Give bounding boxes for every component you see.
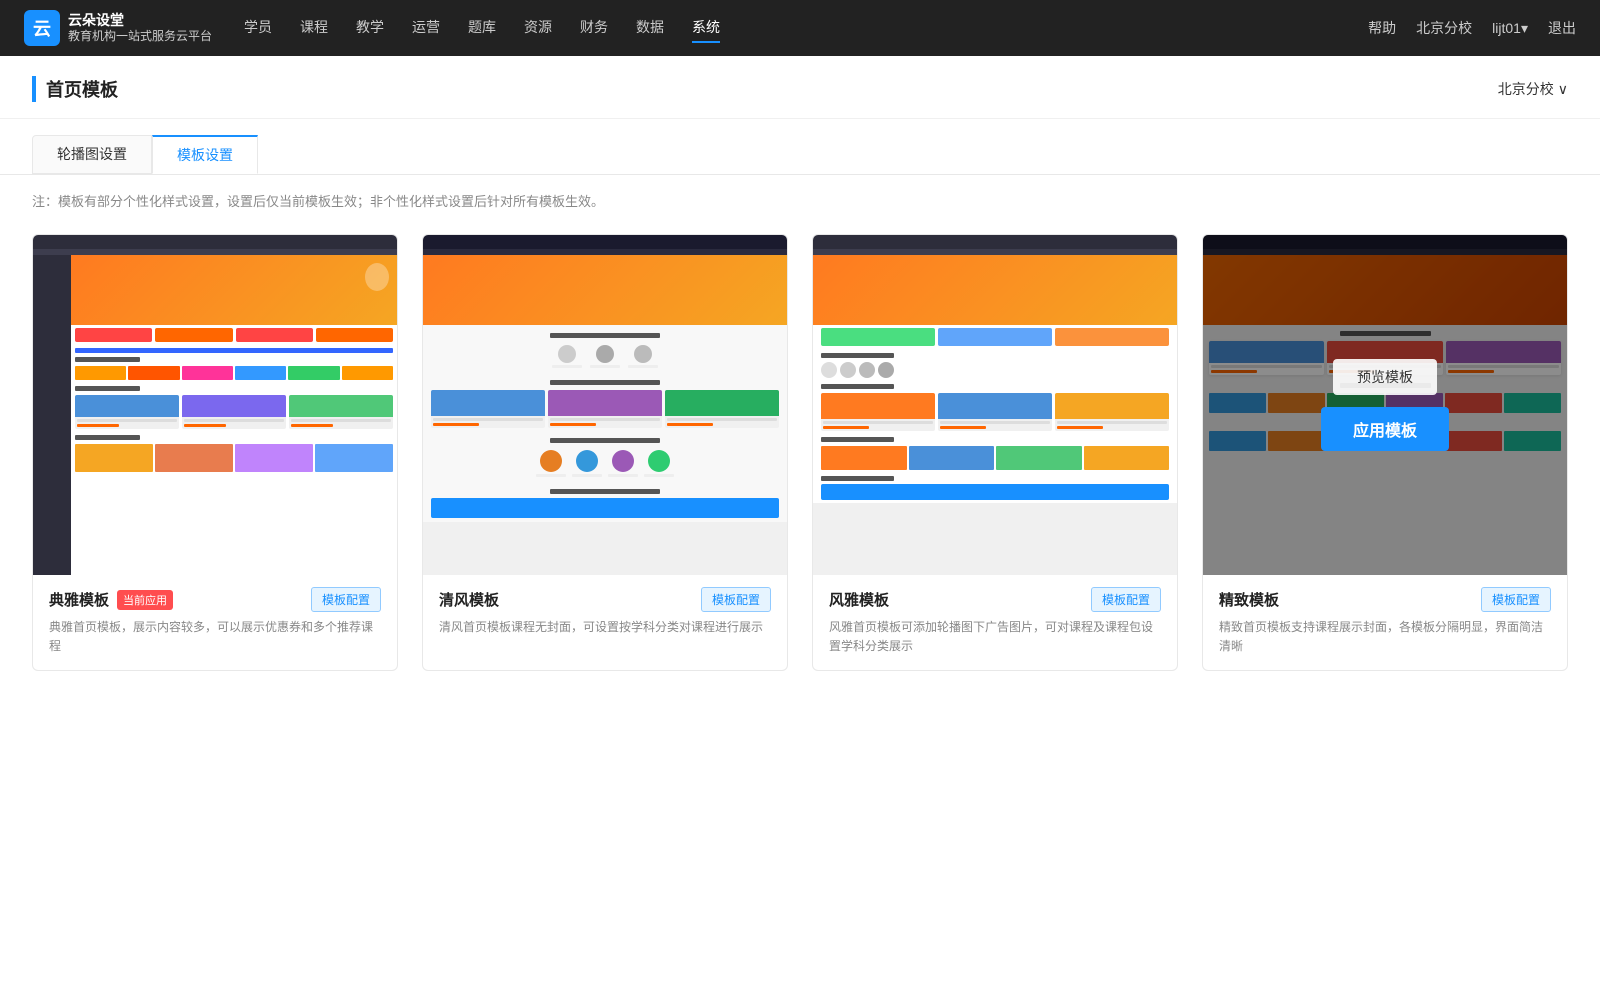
template-name-left-2: 清风模板 xyxy=(439,589,499,610)
template-name-row-1: 典雅模板 当前应用 模板配置 xyxy=(49,587,381,612)
template-desc-3: 风雅首页模板可添加轮播图下广告图片，可对课程及课程包设置学科分类展示 xyxy=(829,618,1161,656)
template-desc-4: 精致首页模板支持课程展示封面，各模板分隔明显，界面简洁清晰 xyxy=(1219,618,1551,656)
template-preview-fengya xyxy=(813,235,1177,575)
nav-item-question[interactable]: 题库 xyxy=(468,13,496,43)
user-menu[interactable]: lijt01▾ xyxy=(1492,20,1528,37)
help-link[interactable]: 帮助 xyxy=(1368,18,1396,38)
config-button-4[interactable]: 模板配置 xyxy=(1481,587,1551,612)
school-link[interactable]: 北京分校 xyxy=(1416,18,1472,38)
config-button-3[interactable]: 模板配置 xyxy=(1091,587,1161,612)
nav-item-teach[interactable]: 教学 xyxy=(356,13,384,43)
logout-link[interactable]: 退出 xyxy=(1548,18,1576,38)
config-button-2[interactable]: 模板配置 xyxy=(701,587,771,612)
preview-inner-3 xyxy=(813,235,1177,575)
nav-item-finance[interactable]: 财务 xyxy=(580,13,608,43)
template-footer-qingfeng: 清风模板 模板配置 清风首页模板课程无封面，可设置按学科分类对课程进行展示 xyxy=(423,575,787,651)
nav-item-student[interactable]: 学员 xyxy=(244,13,272,43)
nav-item-ops[interactable]: 运营 xyxy=(412,13,440,43)
template-preview-qingfeng xyxy=(423,235,787,575)
logo-text: 云朵设堂 教育机构一站式服务云平台 xyxy=(68,11,212,45)
template-name-row-3: 风雅模板 模板配置 xyxy=(829,587,1161,612)
nav-right: 帮助 北京分校 lijt01▾ 退出 xyxy=(1368,18,1576,38)
template-card-jingzhi: 预览模板 应用模板 精致模板 模板配置 精致首页模板支持课程展示封面，各模板分隔… xyxy=(1202,234,1568,671)
template-name-3: 风雅模板 xyxy=(829,589,889,610)
nav-item-resource[interactable]: 资源 xyxy=(524,13,552,43)
tab-carousel[interactable]: 轮播图设置 xyxy=(32,135,152,174)
template-preview-jingzhi: 预览模板 应用模板 xyxy=(1203,235,1567,575)
template-name-row-4: 精致模板 模板配置 xyxy=(1219,587,1551,612)
template-name-2: 清风模板 xyxy=(439,589,499,610)
top-navigation: 云 云朵设堂 教育机构一站式服务云平台 学员 课程 教学 运营 题库 资源 财务… xyxy=(0,0,1600,56)
templates-grid: 典雅模板 当前应用 模板配置 典雅首页模板，展示内容较多，可以展示优惠券和多个推… xyxy=(0,226,1600,711)
template-name-left-3: 风雅模板 xyxy=(829,589,889,610)
template-preview-dianya xyxy=(33,235,397,575)
page-title: 首页模板 xyxy=(32,76,118,102)
preview-inner-2 xyxy=(423,235,787,575)
template-footer-fengya: 风雅模板 模板配置 风雅首页模板可添加轮播图下广告图片，可对课程及课程包设置学科… xyxy=(813,575,1177,670)
template-name-row-2: 清风模板 模板配置 xyxy=(439,587,771,612)
template-footer-dianya: 典雅模板 当前应用 模板配置 典雅首页模板，展示内容较多，可以展示优惠券和多个推… xyxy=(33,575,397,670)
template-card-qingfeng: 清风模板 模板配置 清风首页模板课程无封面，可设置按学科分类对课程进行展示 xyxy=(422,234,788,671)
tabs-bar: 轮播图设置 模板设置 xyxy=(0,119,1600,175)
template-name-left-4: 精致模板 xyxy=(1219,589,1279,610)
tab-template[interactable]: 模板设置 xyxy=(152,135,258,174)
logo: 云 云朵设堂 教育机构一站式服务云平台 xyxy=(24,10,212,46)
page-header: 首页模板 北京分校 ∨ xyxy=(0,56,1600,119)
chevron-down-icon: ∨ xyxy=(1558,81,1568,98)
preview-inner-1 xyxy=(33,235,397,575)
nav-item-course[interactable]: 课程 xyxy=(300,13,328,43)
school-switcher[interactable]: 北京分校 ∨ xyxy=(1498,79,1568,99)
nav-item-data[interactable]: 数据 xyxy=(636,13,664,43)
template-card-dianaya: 典雅模板 当前应用 模板配置 典雅首页模板，展示内容较多，可以展示优惠券和多个推… xyxy=(32,234,398,671)
nav-item-system[interactable]: 系统 xyxy=(692,13,720,43)
template-desc-1: 典雅首页模板，展示内容较多，可以展示优惠券和多个推荐课程 xyxy=(49,618,381,656)
config-button-1[interactable]: 模板配置 xyxy=(311,587,381,612)
template-name-left-1: 典雅模板 当前应用 xyxy=(49,589,173,610)
preview-button-jingzhi[interactable]: 预览模板 xyxy=(1333,359,1437,395)
template-desc-2: 清风首页模板课程无封面，可设置按学科分类对课程进行展示 xyxy=(439,618,771,637)
nav-left: 云 云朵设堂 教育机构一站式服务云平台 学员 课程 教学 运营 题库 资源 财务… xyxy=(24,10,720,46)
apply-button-jingzhi[interactable]: 应用模板 xyxy=(1321,407,1449,451)
note-text: 注：模板有部分个性化样式设置，设置后仅当前模板生效；非个性化样式设置后针对所有模… xyxy=(0,175,1600,226)
template-overlay-jingzhi: 预览模板 应用模板 xyxy=(1203,235,1567,575)
main-content: 首页模板 北京分校 ∨ 轮播图设置 模板设置 注：模板有部分个性化样式设置，设置… xyxy=(0,56,1600,990)
template-name-1: 典雅模板 xyxy=(49,589,109,610)
template-card-fengya: 风雅模板 模板配置 风雅首页模板可添加轮播图下广告图片，可对课程及课程包设置学科… xyxy=(812,234,1178,671)
badge-current-1: 当前应用 xyxy=(117,590,173,610)
nav-items: 学员 课程 教学 运营 题库 资源 财务 数据 系统 xyxy=(244,13,720,43)
logo-icon: 云 xyxy=(24,10,60,46)
template-name-4: 精致模板 xyxy=(1219,589,1279,610)
template-footer-jingzhi: 精致模板 模板配置 精致首页模板支持课程展示封面，各模板分隔明显，界面简洁清晰 xyxy=(1203,575,1567,670)
